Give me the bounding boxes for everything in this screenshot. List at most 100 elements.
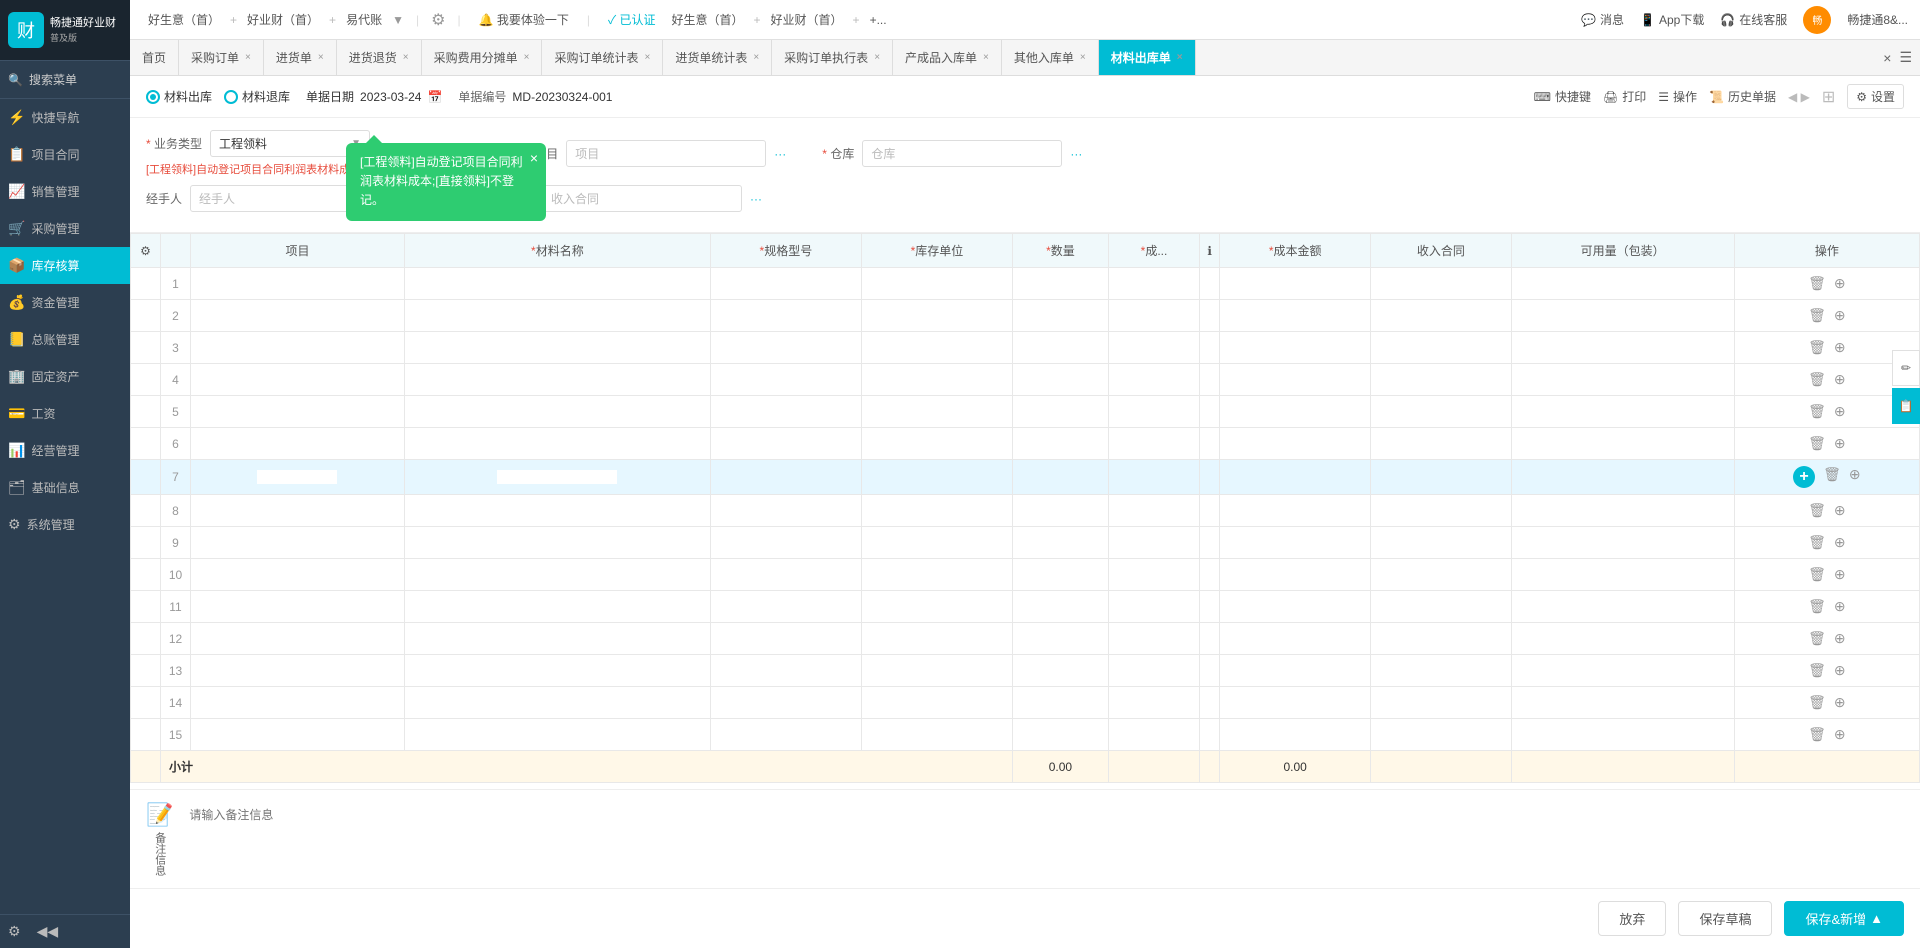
copy-row-icon[interactable]: ⊕ [1834, 630, 1846, 647]
cell-cost[interactable] [1108, 591, 1199, 623]
save-draft-button[interactable]: 保存草稿 [1678, 901, 1772, 936]
tab-close-all-icon[interactable]: × [1883, 50, 1891, 66]
cell-material[interactable] [404, 364, 710, 396]
tab-purchase-in[interactable]: 进货单 × [264, 40, 337, 75]
quick-key-btn[interactable]: ⌨ 快捷键 [1534, 88, 1591, 105]
cell-material[interactable] [404, 687, 710, 719]
tab-close-icon[interactable]: × [1080, 52, 1086, 63]
cell-cost-amount[interactable] [1220, 719, 1371, 751]
tab-purchase-expense[interactable]: 采购费用分摊单 × [422, 40, 543, 75]
save-new-button[interactable]: 保存&新增 ▲ [1784, 901, 1904, 936]
cell-unit[interactable] [861, 655, 1012, 687]
tab-material-out[interactable]: 材料出库单 × [1099, 40, 1196, 75]
cell-quantity[interactable] [1012, 428, 1108, 460]
settings-btn[interactable]: ⚙ 设置 [1847, 84, 1904, 109]
topnav-online-service[interactable]: 🎧 在线客服 [1720, 11, 1787, 28]
cell-material[interactable] [404, 300, 710, 332]
sidebar-item-basic-info[interactable]: 🗂 基础信息 [0, 469, 130, 506]
cell-cost-amount[interactable] [1220, 495, 1371, 527]
sidebar-item-finance[interactable]: 💰 资金管理 [0, 284, 130, 321]
cell-cost[interactable] [1108, 332, 1199, 364]
cell-cost[interactable] [1108, 527, 1199, 559]
copy-row-icon[interactable]: ⊕ [1849, 466, 1861, 488]
cell-available[interactable] [1511, 687, 1734, 719]
cell-income-contract[interactable] [1371, 719, 1511, 751]
tab-close-icon[interactable]: × [318, 52, 324, 63]
cell-project[interactable] [191, 460, 405, 495]
tab-product-in[interactable]: 产成品入库单 × [893, 40, 1002, 75]
delete-row-icon[interactable]: 🗑 [1808, 662, 1826, 679]
material-cell-input[interactable] [497, 470, 617, 484]
topnav-haoyecai2[interactable]: 好业财（首） [765, 7, 849, 32]
delete-row-icon[interactable]: 🗑 [1808, 307, 1826, 324]
cell-project[interactable] [191, 559, 405, 591]
cell-available[interactable] [1511, 559, 1734, 591]
delete-row-icon[interactable]: 🗑 [1808, 371, 1826, 388]
cell-quantity[interactable] [1012, 527, 1108, 559]
cell-unit[interactable] [861, 460, 1012, 495]
cell-quantity[interactable] [1012, 591, 1108, 623]
cell-cost[interactable] [1108, 655, 1199, 687]
operations-btn[interactable]: ☰ 操作 [1658, 88, 1697, 105]
cell-spec[interactable] [710, 300, 861, 332]
cell-cost-amount[interactable] [1220, 623, 1371, 655]
cell-cost-amount[interactable] [1220, 300, 1371, 332]
copy-row-icon[interactable]: ⊕ [1834, 275, 1846, 292]
cell-income-contract[interactable] [1371, 559, 1511, 591]
tab-purchase-stats[interactable]: 采购订单统计表 × [542, 40, 663, 75]
add-row-btn[interactable]: + [1793, 466, 1815, 488]
delete-row-icon[interactable]: 🗑 [1808, 598, 1826, 615]
cell-unit[interactable] [861, 527, 1012, 559]
topnav-dropdown[interactable]: ▼ [392, 13, 404, 27]
cell-quantity[interactable] [1012, 719, 1108, 751]
cell-quantity[interactable] [1012, 300, 1108, 332]
cell-income-contract[interactable] [1371, 655, 1511, 687]
cell-unit[interactable] [861, 332, 1012, 364]
cell-material[interactable] [404, 460, 710, 495]
sidebar-item-nav[interactable]: ⚡ 快捷导航 [0, 99, 130, 136]
cell-cost[interactable] [1108, 396, 1199, 428]
cell-material[interactable] [404, 719, 710, 751]
right-panel-active-icon[interactable]: 📋 [1892, 388, 1920, 424]
cell-cost[interactable] [1108, 428, 1199, 460]
sidebar-item-inventory[interactable]: 📦 库存核算 [0, 247, 130, 284]
delete-row-icon[interactable]: 🗑 [1808, 726, 1826, 743]
copy-row-icon[interactable]: ⊕ [1834, 534, 1846, 551]
settings-gear-icon[interactable]: ⚙ [431, 10, 445, 30]
calendar-icon[interactable]: 📅 [427, 90, 442, 104]
cell-spec[interactable] [710, 268, 861, 300]
cell-spec[interactable] [710, 332, 861, 364]
copy-row-icon[interactable]: ⊕ [1834, 339, 1846, 356]
cell-available[interactable] [1511, 527, 1734, 559]
cell-income-contract[interactable] [1371, 396, 1511, 428]
topnav-verified[interactable]: ✓ 已认证 [602, 7, 662, 32]
cell-income-contract[interactable] [1371, 300, 1511, 332]
cell-cost-amount[interactable] [1220, 527, 1371, 559]
sidebar-item-assets[interactable]: 🏢 固定资产 [0, 358, 130, 395]
cell-available[interactable] [1511, 428, 1734, 460]
topnav-more[interactable]: +... [864, 9, 893, 31]
cell-income-contract[interactable] [1371, 460, 1511, 495]
cell-project[interactable] [191, 428, 405, 460]
tab-close-icon[interactable]: × [644, 52, 650, 63]
copy-row-icon[interactable]: ⊕ [1834, 307, 1846, 324]
cell-income-contract[interactable] [1371, 687, 1511, 719]
cell-available[interactable] [1511, 591, 1734, 623]
project-input[interactable]: 项目 [566, 140, 766, 167]
copy-row-icon[interactable]: ⊕ [1834, 403, 1846, 420]
cell-cost-amount[interactable] [1220, 559, 1371, 591]
cell-available[interactable] [1511, 396, 1734, 428]
cell-unit[interactable] [861, 687, 1012, 719]
cell-material[interactable] [404, 623, 710, 655]
cell-cost-amount[interactable] [1220, 687, 1371, 719]
cell-spec[interactable] [710, 396, 861, 428]
cell-quantity[interactable] [1012, 495, 1108, 527]
tab-other-in[interactable]: 其他入库单 × [1002, 40, 1099, 75]
cell-unit[interactable] [861, 719, 1012, 751]
tooltip-close-btn[interactable]: × [530, 147, 538, 169]
cell-cost[interactable] [1108, 687, 1199, 719]
cell-spec[interactable] [710, 591, 861, 623]
cell-quantity[interactable] [1012, 332, 1108, 364]
cell-income-contract[interactable] [1371, 527, 1511, 559]
project-more-icon[interactable]: ··· [774, 147, 786, 161]
